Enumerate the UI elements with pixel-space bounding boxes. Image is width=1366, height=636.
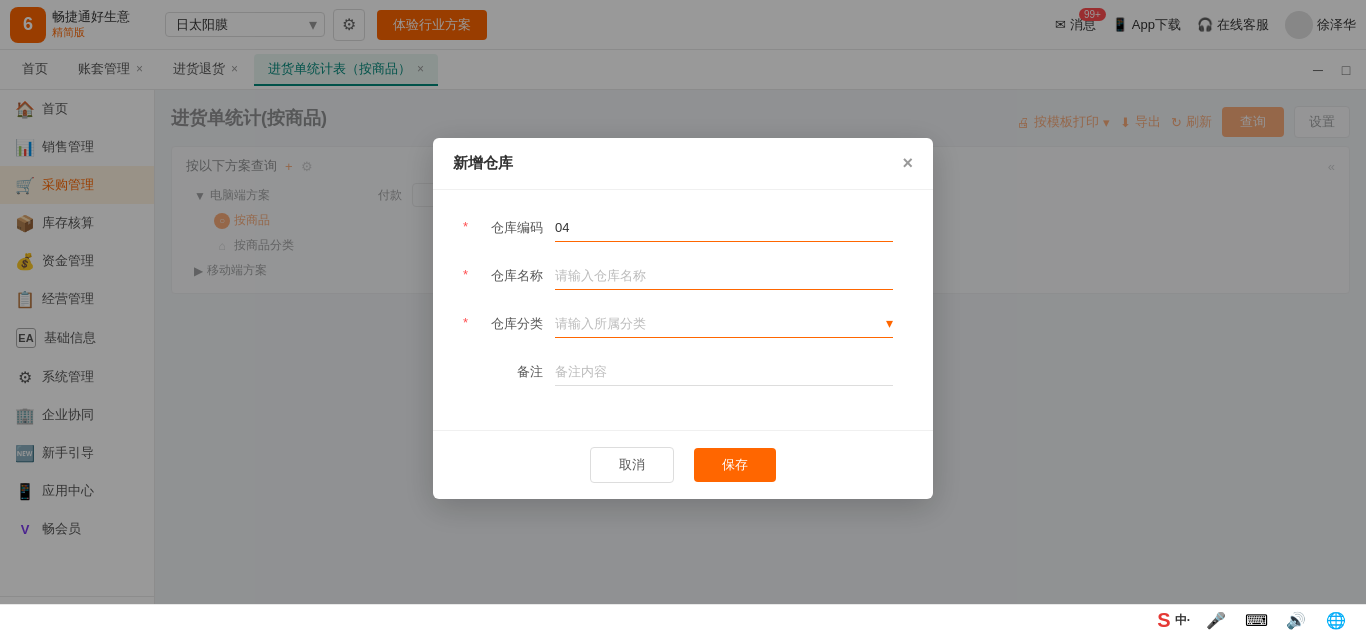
note-label: 备注 bbox=[473, 363, 543, 381]
save-button[interactable]: 保存 bbox=[694, 448, 776, 482]
form-row-category: 仓库分类 ▾ bbox=[473, 310, 893, 338]
name-label: 仓库名称 bbox=[473, 267, 543, 285]
code-input[interactable] bbox=[555, 214, 893, 242]
modal-footer: 取消 保存 bbox=[433, 430, 933, 499]
category-chevron-icon[interactable]: ▾ bbox=[886, 315, 893, 331]
category-select-wrap: ▾ bbox=[555, 310, 893, 338]
modal-header: 新增仓库 × bbox=[433, 138, 933, 190]
modal-body: 仓库编码 仓库名称 仓库分类 ▾ 备注 bbox=[433, 190, 933, 430]
cancel-button[interactable]: 取消 bbox=[590, 447, 674, 483]
code-label: 仓库编码 bbox=[473, 219, 543, 237]
modal-overlay: 新增仓库 × 仓库编码 仓库名称 仓库分类 ▾ bbox=[0, 0, 1366, 636]
category-input[interactable] bbox=[555, 310, 886, 337]
mic-button[interactable]: 🎤 bbox=[1202, 607, 1230, 635]
modal-close-button[interactable]: × bbox=[902, 154, 913, 172]
category-label: 仓库分类 bbox=[473, 315, 543, 333]
form-row-code: 仓库编码 bbox=[473, 214, 893, 242]
s-zh-label: 中· bbox=[1175, 612, 1190, 629]
new-warehouse-modal: 新增仓库 × 仓库编码 仓库名称 仓库分类 ▾ bbox=[433, 138, 933, 499]
volume-button[interactable]: 🔊 bbox=[1282, 607, 1310, 635]
keyboard-button[interactable]: ⌨ bbox=[1242, 607, 1270, 635]
name-input[interactable] bbox=[555, 262, 893, 290]
lang-button[interactable]: 🌐 bbox=[1322, 607, 1350, 635]
form-row-name: 仓库名称 bbox=[473, 262, 893, 290]
s-logo: S 中· bbox=[1157, 609, 1190, 632]
note-input[interactable] bbox=[555, 358, 893, 386]
modal-title: 新增仓库 bbox=[453, 154, 513, 173]
form-row-note: 备注 bbox=[473, 358, 893, 386]
bottom-bar: S 中· 🎤 ⌨ 🔊 🌐 bbox=[0, 604, 1366, 636]
s-icon: S bbox=[1157, 609, 1170, 632]
